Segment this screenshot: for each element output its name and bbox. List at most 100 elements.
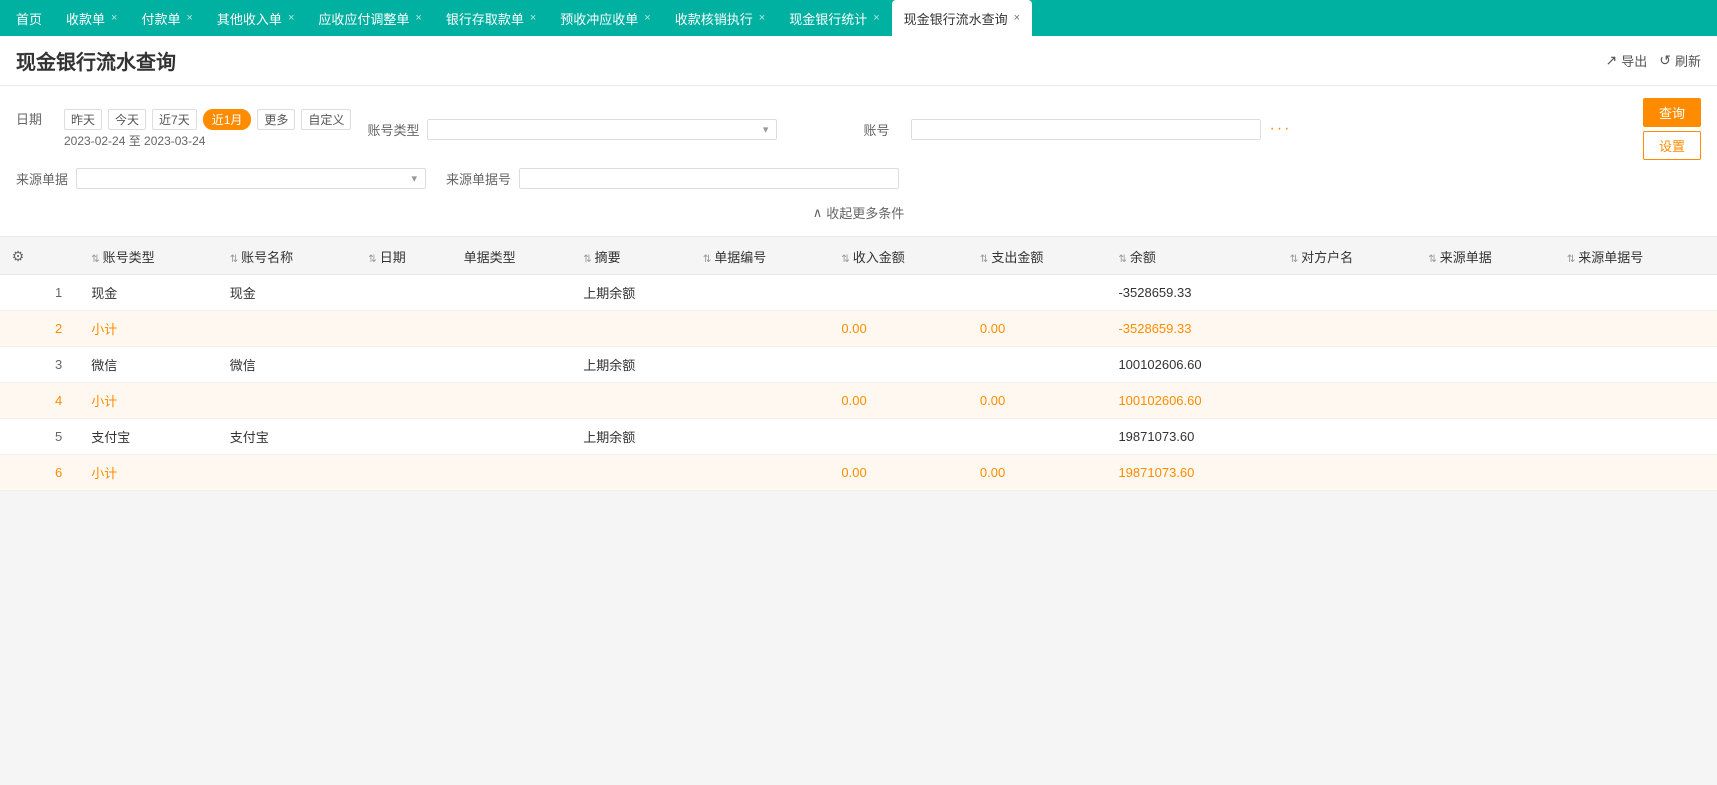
table-cell: 19871073.60 (1108, 419, 1279, 455)
date-btn-1month[interactable]: 近1月 (203, 109, 252, 130)
table-cell: -3528659.33 (1108, 311, 1279, 347)
col-idx (36, 239, 81, 275)
collapse-label: 收起更多条件 (826, 203, 904, 222)
col-income[interactable]: ⇅收入金额 (831, 239, 970, 275)
table-cell (358, 455, 453, 491)
table-cell: 上期余额 (573, 419, 693, 455)
table-cell: 3 (36, 347, 81, 383)
source-doc-input[interactable] (85, 171, 411, 186)
account-no-input[interactable] (920, 122, 1252, 137)
source-doc-no-input[interactable] (528, 171, 890, 186)
nav-tab-银行存取款单[interactable]: 银行存取款单× (434, 0, 548, 36)
table-cell: 现金 (220, 275, 359, 311)
table-cell (0, 383, 36, 419)
table-header-row: ⚙ ⇅账号类型 ⇅账号名称 ⇅日期 单据类型 ⇅摘要 ⇅单据编号 (0, 239, 1717, 275)
date-btn-more[interactable]: 更多 (257, 109, 295, 130)
nav-tab-收款核销执行[interactable]: 收款核销执行× (663, 0, 777, 36)
account-type-input-wrap: ▾ (427, 119, 777, 140)
table-cell (970, 275, 1109, 311)
table-cell (693, 383, 832, 419)
close-tab-icon[interactable]: × (186, 12, 192, 24)
settings-button[interactable]: 设置 (1643, 131, 1701, 160)
col-counterparty[interactable]: ⇅对方户名 (1280, 239, 1419, 275)
refresh-button[interactable]: ↺ 刷新 (1659, 51, 1701, 70)
table-cell: 2 (36, 311, 81, 347)
account-type-chevron: ▾ (763, 123, 769, 136)
account-no-input-wrap (911, 119, 1261, 140)
close-tab-icon[interactable]: × (759, 12, 765, 24)
nav-tab-现金银行流水查询[interactable]: 现金银行流水查询× (892, 0, 1032, 36)
col-settings: ⚙ (0, 239, 36, 275)
table-cell: 支付宝 (81, 419, 220, 455)
table-row: 3微信微信上期余额100102606.60 (0, 347, 1717, 383)
page-title: 现金银行流水查询 (16, 46, 176, 75)
table-cell (1280, 419, 1419, 455)
table-cell: 0.00 (831, 455, 970, 491)
col-expense[interactable]: ⇅支出金额 (970, 239, 1109, 275)
table-row: 6小计0.000.0019871073.60 (0, 455, 1717, 491)
table-cell (0, 455, 36, 491)
nav-home[interactable]: 首页 (4, 0, 54, 36)
table-cell (693, 347, 832, 383)
col-doc-no[interactable]: ⇅单据编号 (693, 239, 832, 275)
date-btn-custom[interactable]: 自定义 (301, 109, 351, 130)
table-cell (1557, 383, 1717, 419)
table-cell: 100102606.60 (1108, 383, 1279, 419)
gear-icon[interactable]: ⚙ (12, 248, 25, 264)
date-range-section: 昨天 今天 近7天 近1月 更多 自定义 2023-02-24 至 2023-0… (64, 109, 351, 149)
close-tab-icon[interactable]: × (288, 12, 294, 24)
table-cell (1557, 347, 1717, 383)
table-cell (1418, 347, 1557, 383)
date-buttons: 昨天 今天 近7天 近1月 更多 自定义 (64, 109, 351, 130)
close-tab-icon[interactable]: × (530, 12, 536, 24)
col-balance[interactable]: ⇅余额 (1108, 239, 1279, 275)
col-account-name[interactable]: ⇅账号名称 (220, 239, 359, 275)
nav-tab-label: 付款单 (141, 9, 180, 28)
close-tab-icon[interactable]: × (415, 12, 421, 24)
close-tab-icon[interactable]: × (111, 12, 117, 24)
table-cell (693, 311, 832, 347)
table-cell (0, 311, 36, 347)
table-cell (1280, 455, 1419, 491)
table-cell: 1 (36, 275, 81, 311)
nav-tab-付款单[interactable]: 付款单 × (129, 0, 204, 36)
col-date[interactable]: ⇅日期 (358, 239, 453, 275)
table-cell (0, 347, 36, 383)
table-cell: 上期余额 (573, 347, 693, 383)
table-cell (220, 455, 359, 491)
date-btn-today[interactable]: 今天 (108, 109, 146, 130)
close-tab-icon[interactable]: × (644, 12, 650, 24)
table-cell (693, 455, 832, 491)
col-account-type[interactable]: ⇅账号类型 (81, 239, 220, 275)
table-cell (358, 383, 453, 419)
nav-tab-现金银行统计[interactable]: 现金银行统计× (777, 0, 891, 36)
table-cell: 上期余额 (573, 275, 693, 311)
close-tab-icon[interactable]: × (873, 12, 879, 24)
table-cell (0, 275, 36, 311)
table-cell: 小计 (81, 455, 220, 491)
col-source-doc[interactable]: ⇅来源单据 (1418, 239, 1557, 275)
col-source-doc-no[interactable]: ⇅来源单据号 (1557, 239, 1717, 275)
table-row: 2小计0.000.00-3528659.33 (0, 311, 1717, 347)
account-type-input[interactable] (436, 122, 762, 137)
table-cell (454, 455, 574, 491)
table-cell (1418, 383, 1557, 419)
nav-tab-收款单[interactable]: 收款单× (54, 0, 129, 36)
date-btn-7days[interactable]: 近7天 (152, 109, 197, 130)
collapse-bar[interactable]: ∧ 收起更多条件 (16, 197, 1701, 224)
date-btn-yesterday[interactable]: 昨天 (64, 109, 102, 130)
export-button[interactable]: ↗ 导出 (1606, 51, 1648, 70)
nav-tab-应收应付调整单[interactable]: 应收应付调整单× (306, 0, 433, 36)
close-tab-icon[interactable]: × (1014, 12, 1020, 24)
account-no-more-btn[interactable]: ··· (1269, 120, 1291, 138)
table-cell (1557, 455, 1717, 491)
source-doc-label: 来源单据 (16, 169, 68, 188)
nav-tab-预收冲应收单[interactable]: 预收冲应收单× (548, 0, 662, 36)
table-cell (454, 383, 574, 419)
nav-tab-其他收入单[interactable]: 其他收入单× (205, 0, 306, 36)
collapse-icon: ∧ (813, 205, 823, 221)
export-icon: ↗ (1606, 52, 1618, 69)
table-cell (831, 419, 970, 455)
query-button[interactable]: 查询 (1643, 98, 1701, 127)
col-summary[interactable]: ⇅摘要 (573, 239, 693, 275)
